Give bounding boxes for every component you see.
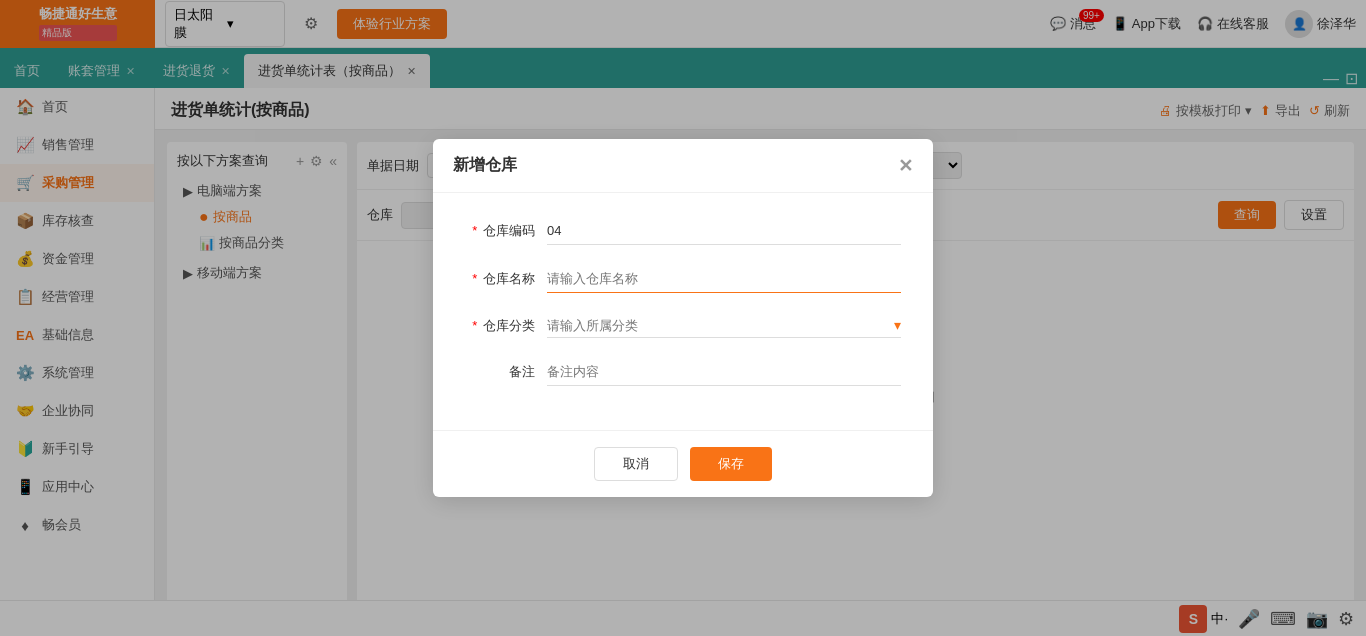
modal-footer: 取消 保存 bbox=[433, 430, 933, 497]
modal-overlay: 新增仓库 ✕ * 仓库编码 * 仓库名称 bbox=[0, 0, 1366, 636]
form-row-code: * 仓库编码 bbox=[465, 217, 901, 245]
note-label: 备注 bbox=[465, 363, 535, 381]
form-row-note: 备注 bbox=[465, 358, 901, 386]
category-label: * 仓库分类 bbox=[465, 317, 535, 335]
code-label: * 仓库编码 bbox=[465, 222, 535, 240]
modal-close-button[interactable]: ✕ bbox=[898, 157, 913, 175]
name-label: * 仓库名称 bbox=[465, 270, 535, 288]
modal-header: 新增仓库 ✕ bbox=[433, 139, 933, 193]
cancel-button[interactable]: 取消 bbox=[594, 447, 678, 481]
save-button[interactable]: 保存 bbox=[690, 447, 772, 481]
name-input[interactable] bbox=[547, 265, 901, 293]
modal-body: * 仓库编码 * 仓库名称 * 仓库分类 bbox=[433, 193, 933, 430]
category-select-wrap[interactable]: ▾ bbox=[547, 313, 901, 338]
category-required-star: * bbox=[472, 318, 477, 333]
form-row-name: * 仓库名称 bbox=[465, 265, 901, 293]
note-input[interactable] bbox=[547, 358, 901, 386]
modal-new-warehouse: 新增仓库 ✕ * 仓库编码 * 仓库名称 bbox=[433, 139, 933, 497]
modal-title: 新增仓库 bbox=[453, 155, 517, 176]
code-input[interactable] bbox=[547, 217, 901, 245]
code-required-star: * bbox=[472, 223, 477, 238]
category-select-input[interactable] bbox=[547, 318, 894, 333]
category-dropdown-icon[interactable]: ▾ bbox=[894, 317, 901, 333]
form-row-category: * 仓库分类 ▾ bbox=[465, 313, 901, 338]
name-required-star: * bbox=[472, 271, 477, 286]
